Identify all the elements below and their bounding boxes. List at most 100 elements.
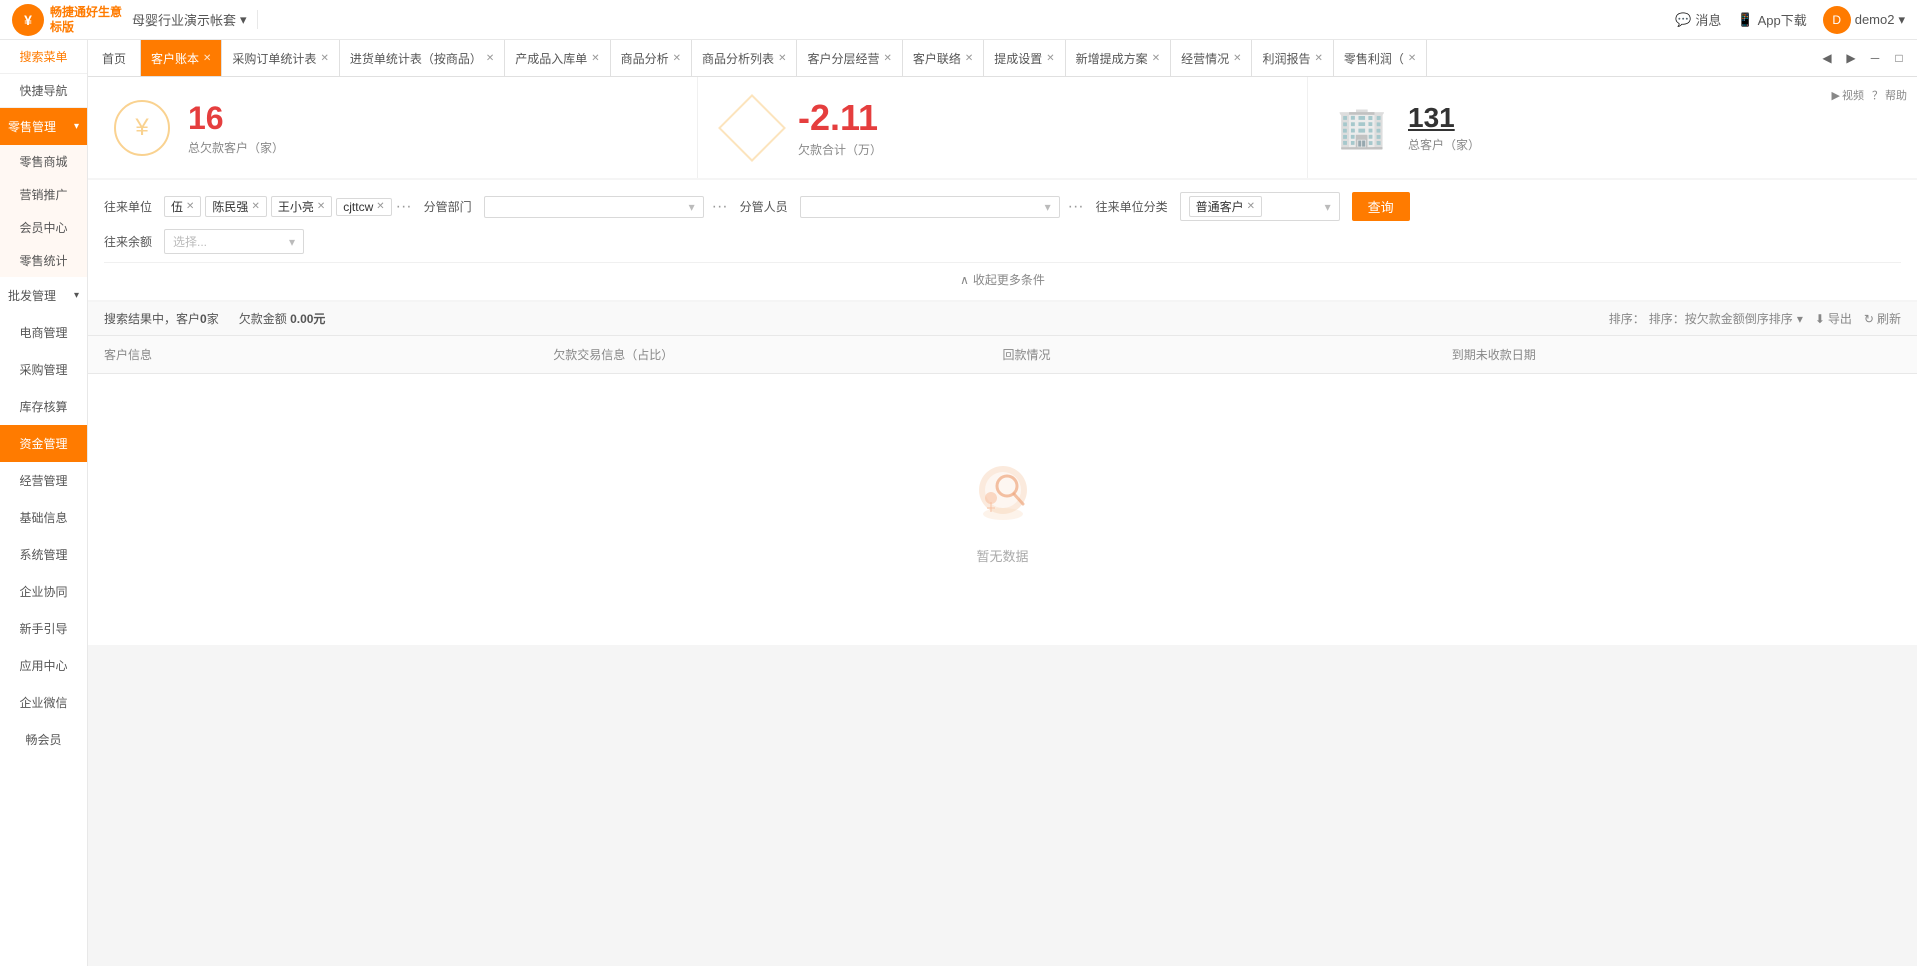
tab-close-customer-tier[interactable]: ✕	[883, 53, 891, 64]
app-download-button[interactable]: 📱 App下载	[1737, 10, 1806, 29]
filter-row-1: 往来单位 伍 ✕ 陈民强 ✕ 王小亮 ✕	[104, 192, 1901, 221]
tab-bar: 首页 客户账本 ✕ 采购订单统计表 ✕ 进货单统计表（按商品） ✕ 产成品入库单…	[88, 40, 1917, 77]
more-tags-button[interactable]: ···	[396, 199, 412, 215]
coin-icon: ¥	[112, 98, 172, 158]
remove-tag-wang[interactable]: ✕	[317, 201, 325, 212]
chevron-up-icon: ∧	[960, 273, 969, 287]
tab-profit-report[interactable]: 利润报告 ✕	[1252, 40, 1333, 76]
tab-customer-contact[interactable]: 客户联络 ✕	[903, 40, 984, 76]
tab-close-customer-ledger[interactable]: ✕	[203, 53, 211, 64]
sidebar-item-app-center[interactable]: 应用中心	[0, 647, 87, 684]
tab-retail-profit[interactable]: 零售利润（ ✕	[1334, 40, 1427, 76]
tab-close-operations[interactable]: ✕	[1233, 53, 1241, 64]
sidebar-item-retail-mall[interactable]: 零售商城	[0, 145, 87, 178]
tab-scroll-left[interactable]: ◀	[1817, 48, 1837, 68]
tab-product-analysis-list[interactable]: 商品分析列表 ✕	[692, 40, 797, 76]
tab-close-product-analysis[interactable]: ✕	[673, 53, 681, 64]
stat-label-customers: 总欠款客户（家）	[188, 139, 284, 156]
tab-close-retail-profit[interactable]: ✕	[1408, 53, 1416, 64]
balance-select[interactable]: 选择... ▾	[164, 229, 304, 254]
message-button[interactable]: 💬 消息	[1675, 10, 1721, 29]
tab-customer-tier[interactable]: 客户分层经营 ✕	[797, 40, 902, 76]
tab-close-profit-report[interactable]: ✕	[1315, 53, 1323, 64]
tab-home[interactable]: 首页	[88, 40, 141, 76]
tab-close-customer-contact[interactable]: ✕	[965, 53, 973, 64]
collapse-button[interactable]: ∧ 收起更多条件	[960, 271, 1045, 288]
sidebar-item-ecommerce[interactable]: 电商管理	[0, 314, 87, 351]
remove-tag-wu[interactable]: ✕	[186, 201, 194, 212]
header-col-3: 回款情况	[1003, 346, 1452, 363]
tab-new-commission[interactable]: 新增提成方案 ✕	[1066, 40, 1171, 76]
sidebar-item-enterprise[interactable]: 企业协同	[0, 573, 87, 610]
tab-close-commission[interactable]: ✕	[1046, 53, 1054, 64]
sidebar-item-enterprise-wechat[interactable]: 企业微信	[0, 684, 87, 721]
tab-maximize[interactable]: □	[1889, 48, 1909, 68]
tab-purchase-order-stats[interactable]: 采购订单统计表 ✕	[222, 40, 339, 76]
tab-operations[interactable]: 经营情况 ✕	[1171, 40, 1252, 76]
export-button[interactable]: ⬇ 导出	[1815, 310, 1852, 327]
system-selector[interactable]: 母婴行业演示帐套 ▾	[122, 10, 258, 29]
empty-illustration	[963, 454, 1043, 534]
message-icon: 💬	[1675, 12, 1691, 28]
sidebar-item-member-center[interactable]: 会员中心	[0, 211, 87, 244]
stat-value-debt: -2.11	[798, 97, 882, 139]
avatar: D	[1823, 6, 1851, 34]
sidebar-item-newbie[interactable]: 新手引导	[0, 610, 87, 647]
remove-category-tag[interactable]: ✕	[1247, 201, 1255, 212]
tab-close-purchase-order[interactable]: ✕	[320, 53, 328, 64]
dept-arrow-icon: ▾	[689, 200, 695, 214]
dept-select[interactable]: ▾	[484, 196, 704, 218]
query-button[interactable]: 查询	[1352, 192, 1410, 221]
sidebar-item-wholesale[interactable]: 批发管理 ▾	[0, 277, 87, 314]
user-menu-button[interactable]: D demo2 ▾	[1823, 6, 1905, 34]
sidebar-item-chang-member[interactable]: 畅会员	[0, 721, 87, 758]
sidebar-item-retail-stats[interactable]: 零售统计	[0, 244, 87, 277]
tab-close-new-commission[interactable]: ✕	[1152, 53, 1160, 64]
remove-tag-cjttcw[interactable]: ✕	[376, 201, 384, 212]
stat-card-debt: -2.11 欠款合计（万）	[698, 77, 1308, 178]
quick-nav-button[interactable]: 快捷导航	[0, 74, 87, 108]
sidebar-item-basic-info[interactable]: 基础信息	[0, 499, 87, 536]
person-more[interactable]: ···	[1068, 199, 1084, 215]
person-select[interactable]: ▾	[800, 196, 1060, 218]
sort-button[interactable]: 排序： 排序：按欠款金额倒序排序 ▾	[1609, 310, 1803, 327]
refresh-button[interactable]: ↻ 刷新	[1864, 310, 1901, 327]
balance-label: 往来余额	[104, 233, 152, 250]
tab-goods-stats[interactable]: 进货单统计表（按商品） ✕	[340, 40, 505, 76]
dept-more[interactable]: ···	[712, 199, 728, 215]
unit-tag-wang: 王小亮 ✕	[271, 196, 332, 217]
tab-close-analysis-list[interactable]: ✕	[778, 53, 786, 64]
tab-product-inbound[interactable]: 产成品入库单 ✕	[505, 40, 610, 76]
dept-label: 分管部门	[424, 198, 472, 215]
stat-card-customers: ¥ 16 总欠款客户（家）	[88, 77, 698, 178]
stat-info-total: 131 总客户（家）	[1408, 102, 1480, 153]
tab-minimize[interactable]: ─	[1865, 48, 1885, 68]
results-actions: 排序： 排序：按欠款金额倒序排序 ▾ ⬇ 导出 ↻ 刷新	[1609, 310, 1901, 327]
sidebar-item-purchase[interactable]: 采购管理	[0, 351, 87, 388]
search-menu-button[interactable]: 搜索菜单	[0, 40, 87, 74]
sidebar-item-system[interactable]: 系统管理	[0, 536, 87, 573]
category-select[interactable]: 普通客户 ✕ ▾	[1180, 192, 1340, 221]
tab-product-analysis[interactable]: 商品分析 ✕	[611, 40, 692, 76]
sidebar-item-retail-management[interactable]: 零售管理 ▾	[0, 108, 87, 145]
video-help-button[interactable]: ▶ 视频	[1832, 87, 1864, 103]
tab-close-product-inbound[interactable]: ✕	[591, 53, 599, 64]
header-col-1: 客户信息	[104, 346, 553, 363]
tab-commission-settings[interactable]: 提成设置 ✕	[984, 40, 1065, 76]
tab-close-goods-stats[interactable]: ✕	[486, 53, 494, 64]
retail-submenu: 零售商城 营销推广 会员中心 零售统计	[0, 145, 87, 277]
sidebar-item-marketing[interactable]: 营销推广	[0, 178, 87, 211]
empty-state: 暂无数据	[88, 374, 1917, 645]
balance-arrow-icon: ▾	[289, 235, 295, 249]
sidebar-item-inventory[interactable]: 库存核算	[0, 388, 87, 425]
help-button[interactable]: ？ 帮助	[1872, 87, 1907, 103]
remove-tag-chen[interactable]: ✕	[251, 201, 259, 212]
person-arrow-icon: ▾	[1045, 200, 1051, 214]
tab-scroll-right[interactable]: ▶	[1841, 48, 1861, 68]
sidebar-item-finance[interactable]: 资金管理	[0, 425, 87, 462]
person-label: 分管人员	[740, 198, 788, 215]
tab-controls: ◀ ▶ ─ □	[1809, 48, 1917, 68]
filter-row-2: 往来余额 选择... ▾	[104, 229, 1901, 254]
sidebar-item-operations[interactable]: 经营管理	[0, 462, 87, 499]
tab-customer-ledger[interactable]: 客户账本 ✕	[141, 40, 222, 76]
